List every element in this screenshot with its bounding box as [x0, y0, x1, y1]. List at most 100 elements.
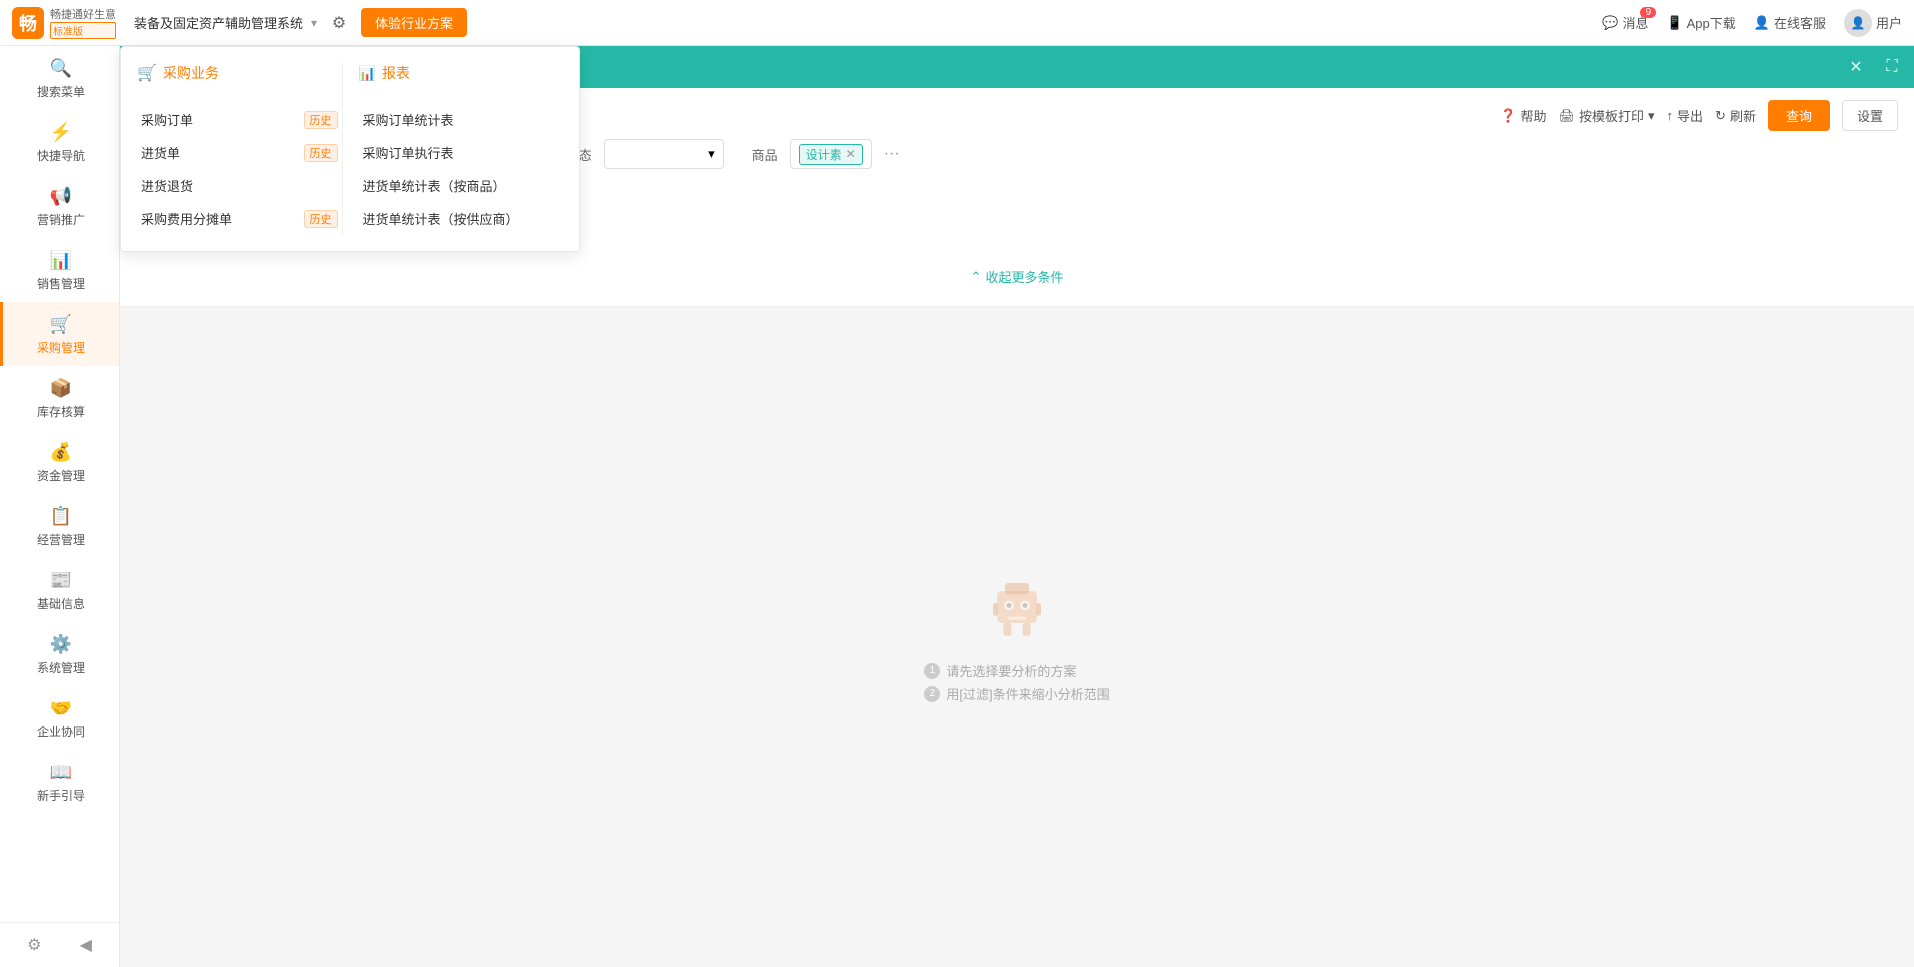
finance-icon: 💰 [50, 442, 72, 463]
sidebar-item-label: 新手引导 [37, 787, 85, 804]
sidebar-item-operation[interactable]: 📋 经营管理 [0, 494, 119, 558]
sidebar-item-label: 搜索菜单 [37, 83, 85, 100]
goods-tag: 设计素 ✕ [799, 144, 863, 165]
message-btn[interactable]: 💬 消息 9 [1602, 13, 1648, 32]
mobile-icon: 📱 [1666, 15, 1682, 31]
step-1: 1 [924, 663, 940, 679]
dropdown-item-incoming-stats-supplier[interactable]: 进货单统计表（按供应商） [359, 202, 564, 235]
dropdown-item-cost-spread[interactable]: 采购费用分摊单 历史 [137, 202, 342, 235]
print-chevron-icon[interactable]: ▾ [1648, 108, 1655, 124]
report-col: 📊 报表 采购订单统计表 采购订单执行表 进货单统计表（按商品） 进货单统计表（… [342, 63, 564, 235]
sidebar-item-label: 营销推广 [37, 211, 85, 228]
close-all-icon[interactable]: ✕ [1842, 53, 1870, 81]
sidebar-item-label: 销售管理 [37, 275, 85, 292]
purchase-icon: 🛒 [50, 314, 72, 335]
dropdown-item-purchase-order[interactable]: 采购订单 历史 [137, 103, 342, 136]
operation-icon: 📋 [50, 506, 72, 527]
dropdown-item-return[interactable]: 进货退货 [137, 169, 342, 202]
doc-status-select[interactable] [604, 139, 724, 169]
marketing-icon: 📢 [50, 186, 72, 207]
empty-illustration [977, 567, 1057, 647]
basic-icon: 📰 [50, 570, 72, 591]
export-btn[interactable]: ↑ 导出 [1667, 106, 1704, 125]
refresh-icon: ↻ [1715, 108, 1726, 124]
sidebar-item-purchase[interactable]: 🛒 采购管理 [0, 302, 119, 366]
sidebar-item-sales[interactable]: 📊 销售管理 [0, 238, 119, 302]
purchase-business-title: 🛒 采购业务 [137, 63, 342, 91]
sidebar-item-enterprise[interactable]: 🤝 企业协同 [0, 686, 119, 750]
app-download-btn[interactable]: 📱 App下载 [1666, 13, 1735, 32]
chevron-down-icon[interactable]: ▾ [311, 16, 317, 30]
sidebar-item-label: 库存核算 [37, 403, 85, 420]
settings-filter-btn[interactable]: 设置 [1842, 100, 1898, 131]
dropdown-item-order-exec[interactable]: 采购订单执行表 [359, 136, 564, 169]
sidebar-item-system[interactable]: ⚙️ 系统管理 [0, 622, 119, 686]
sidebar-item-label: 资金管理 [37, 467, 85, 484]
message-icon: 💬 [1602, 15, 1618, 31]
search-icon: 🔍 [50, 58, 72, 79]
chevron-up-icon: ⌃ [971, 269, 982, 285]
empty-tip-1: 请先选择要分析的方案 [946, 661, 1076, 680]
notification-badge: 9 [1640, 7, 1656, 18]
empty-tips: 1 请先选择要分析的方案 2 用[过滤]条件来缩小分析范围 [924, 661, 1109, 707]
sidebar-item-label: 采购管理 [37, 339, 85, 356]
history-badge: 历史 [304, 210, 338, 228]
system-icon: ⚙️ [50, 634, 72, 655]
query-btn[interactable]: 查询 [1768, 100, 1830, 131]
doc-status-chevron-icon [708, 146, 715, 162]
sidebar-item-label: 企业协同 [37, 723, 85, 740]
history-badge: 历史 [304, 111, 338, 129]
goods-tag-remove[interactable]: ✕ [846, 147, 856, 161]
sidebar-item-basic[interactable]: 📰 基础信息 [0, 558, 119, 622]
enterprise-icon: 🤝 [50, 698, 72, 719]
purchase-col-icon: 🛒 [137, 63, 157, 83]
sidebar-item-label: 经营管理 [37, 531, 85, 548]
dropdown-item-incoming-stats-goods[interactable]: 进货单统计表（按商品） [359, 169, 564, 202]
sidebar-item-label: 系统管理 [37, 659, 85, 676]
top-bar: 畅 畅捷通好生意 标准版 装备及固定资产辅助管理系统 ▾ ⚙ 体验行业方案 💬 … [0, 0, 1914, 46]
dropdown-item-incoming[interactable]: 进货单 历史 [137, 136, 342, 169]
collapse-sidebar-btn[interactable]: ◀ [80, 935, 92, 955]
industry-btn[interactable]: 体验行业方案 [361, 8, 467, 37]
goods-input[interactable]: 设计素 ✕ [790, 139, 872, 169]
avatar: 👤 [1844, 9, 1872, 37]
purchase-dropdown-menu: 🛒 采购业务 采购订单 历史 进货单 历史 进货退货 采购费用分摊单 历史 📊 … [120, 46, 580, 252]
print-btn[interactable]: 🖨 按模板打印 ▾ [1558, 106, 1654, 125]
sidebar: 🔍 搜索菜单 ⚡ 快捷导航 📢 营销推广 📊 销售管理 🛒 采购管理 📦 库存核… [0, 46, 120, 967]
report-col-icon: 📊 [359, 65, 376, 82]
report-title: 📊 报表 [359, 63, 564, 91]
goods-label: 商品 [752, 145, 778, 164]
maximize-icon[interactable]: ⛶ [1878, 53, 1906, 81]
online-service-btn[interactable]: 👤 在线客服 [1754, 13, 1826, 32]
user-btn[interactable]: 👤 用户 [1844, 9, 1902, 37]
print-icon: 🖨 [1558, 108, 1575, 124]
guide-icon: 📖 [50, 762, 72, 783]
top-actions: 💬 消息 9 📱 App下载 👤 在线客服 👤 用户 [1602, 9, 1902, 37]
help-btn[interactable]: ❓ 帮助 [1500, 106, 1546, 125]
empty-tip-2: 用[过滤]条件来缩小分析范围 [946, 684, 1109, 703]
refresh-btn[interactable]: ↻ 刷新 [1715, 106, 1756, 125]
help-icon: ❓ [1500, 108, 1516, 124]
sidebar-item-label: 基础信息 [37, 595, 85, 612]
sidebar-item-quick-nav[interactable]: ⚡ 快捷导航 [0, 110, 119, 174]
sidebar-item-marketing[interactable]: 📢 营销推广 [0, 174, 119, 238]
quick-nav-icon: ⚡ [50, 122, 72, 143]
dropdown-item-order-stats[interactable]: 采购订单统计表 [359, 103, 564, 136]
sidebar-item-guide[interactable]: 📖 新手引导 [0, 750, 119, 814]
gear-icon[interactable]: ⚙ [325, 9, 353, 37]
goods-more-btn[interactable]: ··· [884, 145, 900, 163]
history-badge: 历史 [304, 144, 338, 162]
logo-badge: 标准版 [50, 22, 116, 39]
export-icon: ↑ [1667, 108, 1674, 123]
collapse-btn[interactable]: ⌃ 收起更多条件 [136, 259, 1898, 294]
logo-icon: 畅 [12, 7, 44, 39]
sidebar-item-inventory[interactable]: 📦 库存核算 [0, 366, 119, 430]
logo: 畅 畅捷通好生意 标准版 [12, 6, 122, 39]
sidebar-item-finance[interactable]: 💰 资金管理 [0, 430, 119, 494]
service-icon: 👤 [1754, 15, 1770, 31]
sidebar-bottom: ⚙ ◀ [0, 922, 119, 967]
sidebar-item-label: 快捷导航 [37, 147, 85, 164]
sidebar-item-search[interactable]: 🔍 搜索菜单 [0, 46, 119, 110]
settings-btn[interactable]: ⚙ [27, 935, 41, 955]
system-info: 装备及固定资产辅助管理系统 ▾ ⚙ 体验行业方案 [122, 8, 1602, 37]
